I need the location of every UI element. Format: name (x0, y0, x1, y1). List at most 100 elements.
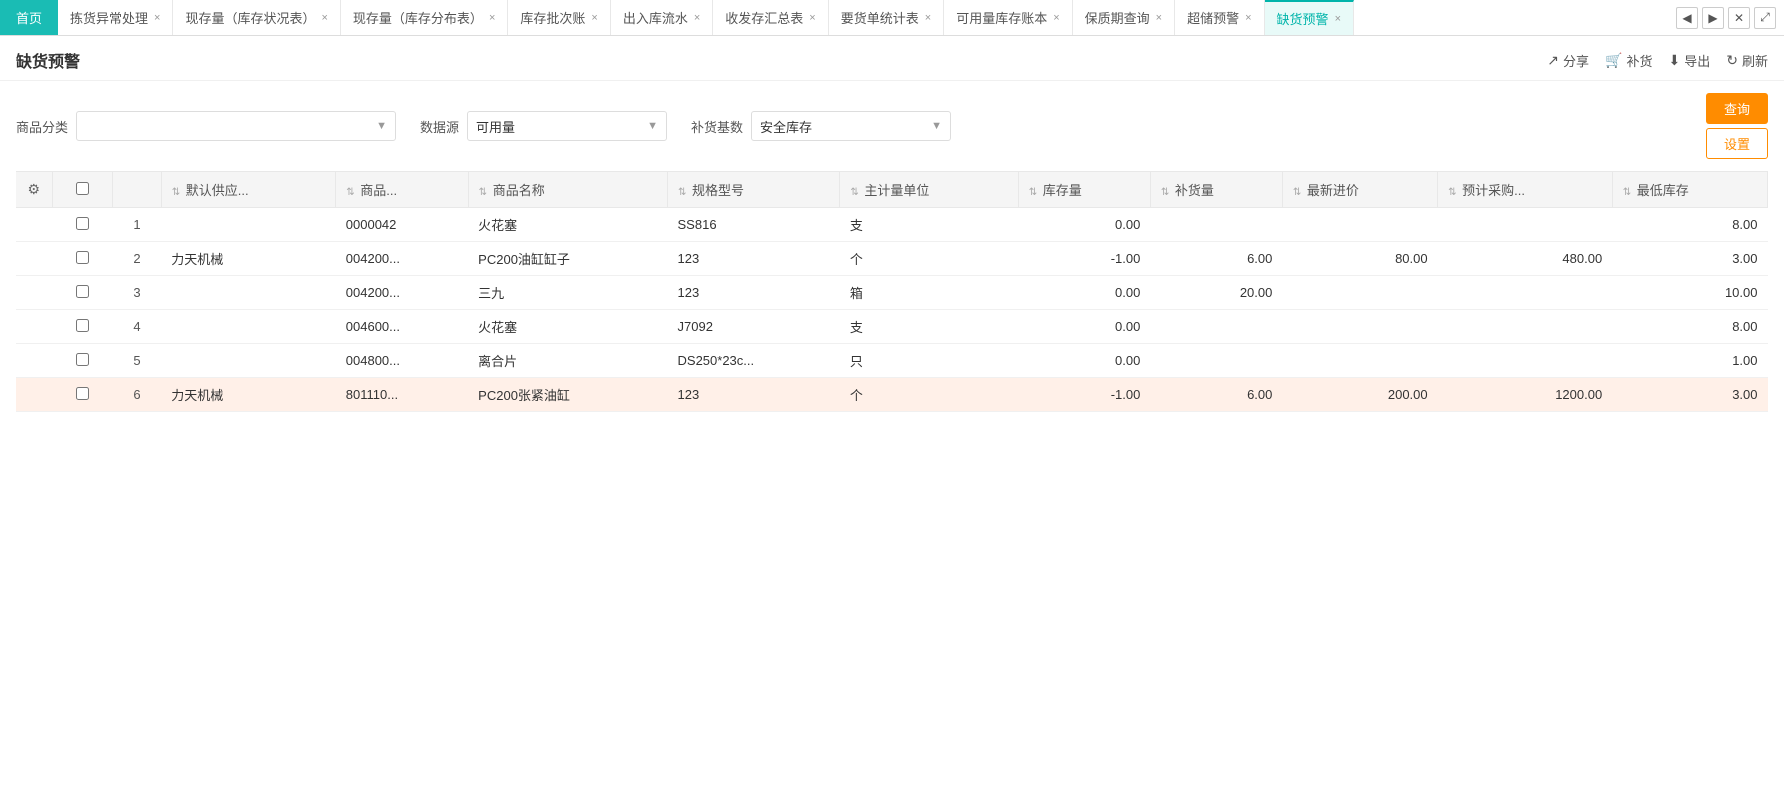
row-product-code-cell: 004600... (336, 310, 468, 344)
row-checkbox[interactable] (76, 319, 89, 332)
tab-close-icon[interactable]: × (1156, 12, 1162, 24)
row-latest-price-cell: 80.00 (1282, 242, 1437, 276)
row-estimated-purchase-cell (1438, 208, 1613, 242)
tab-home-label: 首页 (16, 8, 42, 27)
row-checkbox-cell (52, 378, 113, 412)
tab-next-button[interactable]: ▶ (1702, 7, 1724, 29)
row-replenish-qty-cell: 20.00 (1150, 276, 1282, 310)
column-min-stock[interactable]: ⇅ 最低库存 (1612, 172, 1767, 208)
row-checkbox[interactable] (76, 217, 89, 230)
datasource-select[interactable]: 可用量 ▼ (467, 111, 667, 141)
tab-close-icon[interactable]: × (809, 12, 815, 24)
tab-expiry-query[interactable]: 保质期查询 × (1073, 0, 1175, 35)
export-icon: ⬇ (1669, 52, 1681, 69)
row-checkbox[interactable] (76, 251, 89, 264)
refresh-label: 刷新 (1742, 51, 1768, 70)
row-num-cell: 2 (113, 242, 162, 276)
tab-home[interactable]: 首页 (0, 0, 58, 35)
export-button[interactable]: ⬇ 导出 (1669, 51, 1711, 70)
tab-inventory-status[interactable]: 现存量（库存状况表） × (173, 0, 340, 35)
tab-available-ledger[interactable]: 可用量库存账本 × (944, 0, 1072, 35)
tab-close-icon[interactable]: × (489, 12, 495, 24)
column-replenish-qty[interactable]: ⇅ 补货量 (1150, 172, 1282, 208)
column-default-supplier[interactable]: ⇅ 默认供应... (161, 172, 336, 208)
table-row: 1 0000042 火花塞 SS816 支 0.00 8.00 (16, 208, 1768, 242)
tab-batch-account[interactable]: 库存批次账 × (508, 0, 610, 35)
column-spec[interactable]: ⇅ 规格型号 (668, 172, 840, 208)
row-latest-price-cell (1282, 208, 1437, 242)
tab-overstock[interactable]: 超储预警 × (1175, 0, 1264, 35)
replenish-button[interactable]: 🛒 补货 (1605, 51, 1652, 70)
column-label: 库存量 (1043, 183, 1082, 198)
tab-close-icon[interactable]: × (694, 12, 700, 24)
row-product-name-cell: 三九 (468, 276, 667, 310)
row-checkbox-cell (52, 344, 113, 378)
tab-order-stats[interactable]: 要货单统计表 × (829, 0, 944, 35)
sort-icon: ⇅ (479, 187, 487, 198)
row-stock-cell: 0.00 (1018, 208, 1150, 242)
row-spec-cell: 123 (668, 276, 840, 310)
query-button[interactable]: 查询 (1706, 93, 1768, 124)
column-latest-price[interactable]: ⇅ 最新进价 (1282, 172, 1437, 208)
tab-inventory-dist[interactable]: 现存量（库存分布表） × (341, 0, 508, 35)
tab-label: 出入库流水 (623, 8, 688, 27)
tab-label: 库存批次账 (520, 8, 585, 27)
sort-icon: ⇅ (1448, 187, 1456, 198)
row-latest-price-cell (1282, 276, 1437, 310)
column-gear[interactable]: ⚙ (16, 172, 52, 208)
row-checkbox[interactable] (76, 387, 89, 400)
column-estimated-purchase[interactable]: ⇅ 预计采购... (1438, 172, 1613, 208)
tab-close-icon[interactable]: × (1245, 12, 1251, 24)
tab-close-icon[interactable]: × (591, 12, 597, 24)
settings-button[interactable]: 设置 (1706, 128, 1768, 159)
column-product-name[interactable]: ⇅ 商品名称 (468, 172, 667, 208)
tab-close-icon[interactable]: × (1053, 12, 1059, 24)
tab-receive-summary[interactable]: 收发存汇总表 × (713, 0, 828, 35)
tab-prev-button[interactable]: ◀ (1676, 7, 1698, 29)
row-stock-cell: 0.00 (1018, 344, 1150, 378)
select-all-checkbox[interactable] (76, 182, 89, 195)
export-label: 导出 (1684, 51, 1710, 70)
tab-expand-button[interactable]: ⤢ (1754, 7, 1776, 29)
tab-close-icon[interactable]: × (925, 12, 931, 24)
replenish-base-filter: 补货基数 安全库存 ▼ (691, 111, 951, 141)
row-product-name-cell: 火花塞 (468, 310, 667, 344)
category-dropdown-arrow: ▼ (376, 120, 387, 132)
tab-inout-flow[interactable]: 出入库流水 × (611, 0, 713, 35)
row-product-code-cell: 004200... (336, 242, 468, 276)
row-stock-cell: 0.00 (1018, 310, 1150, 344)
tab-shortage[interactable]: 缺货预警 × (1265, 0, 1354, 35)
tab-close-all-button[interactable]: ✕ (1728, 7, 1750, 29)
column-label: 预计采购... (1462, 183, 1525, 198)
table-header-row: ⚙ ⇅ 默认供应... ⇅ 商品... ⇅ (16, 172, 1768, 208)
datasource-select-value: 可用量 (476, 117, 515, 136)
row-num-cell: 1 (113, 208, 162, 242)
category-filter: 商品分类 ▼ (16, 111, 396, 141)
refresh-button[interactable]: ↻ 刷新 (1726, 51, 1768, 70)
share-button[interactable]: ↗ 分享 (1547, 51, 1589, 70)
row-gear-cell (16, 310, 52, 344)
column-stock[interactable]: ⇅ 库存量 (1018, 172, 1150, 208)
row-latest-price-cell (1282, 310, 1437, 344)
category-select[interactable]: ▼ (76, 111, 396, 141)
row-replenish-qty-cell: 6.00 (1150, 378, 1282, 412)
row-estimated-purchase-cell (1438, 344, 1613, 378)
column-product-code[interactable]: ⇅ 商品... (336, 172, 468, 208)
row-checkbox[interactable] (76, 285, 89, 298)
row-gear-cell (16, 208, 52, 242)
row-replenish-qty-cell (1150, 208, 1282, 242)
row-unit-cell: 个 (840, 242, 1018, 276)
row-checkbox-cell (52, 276, 113, 310)
tab-close-icon[interactable]: × (321, 12, 327, 24)
column-unit[interactable]: ⇅ 主计量单位 (840, 172, 1018, 208)
row-checkbox[interactable] (76, 353, 89, 366)
row-gear-cell (16, 242, 52, 276)
tab-abnormal[interactable]: 拣货异常处理 × (58, 0, 173, 35)
replenish-base-select[interactable]: 安全库存 ▼ (751, 111, 951, 141)
filter-row: 商品分类 ▼ 数据源 可用量 ▼ 补货基数 安全库存 ▼ 查询 设置 (0, 81, 1784, 171)
tab-close-icon[interactable]: × (1335, 13, 1341, 25)
row-min-stock-cell: 3.00 (1612, 378, 1767, 412)
sort-icon: ⇅ (1623, 187, 1631, 198)
tab-close-icon[interactable]: × (154, 12, 160, 24)
column-label: 默认供应... (186, 183, 249, 198)
